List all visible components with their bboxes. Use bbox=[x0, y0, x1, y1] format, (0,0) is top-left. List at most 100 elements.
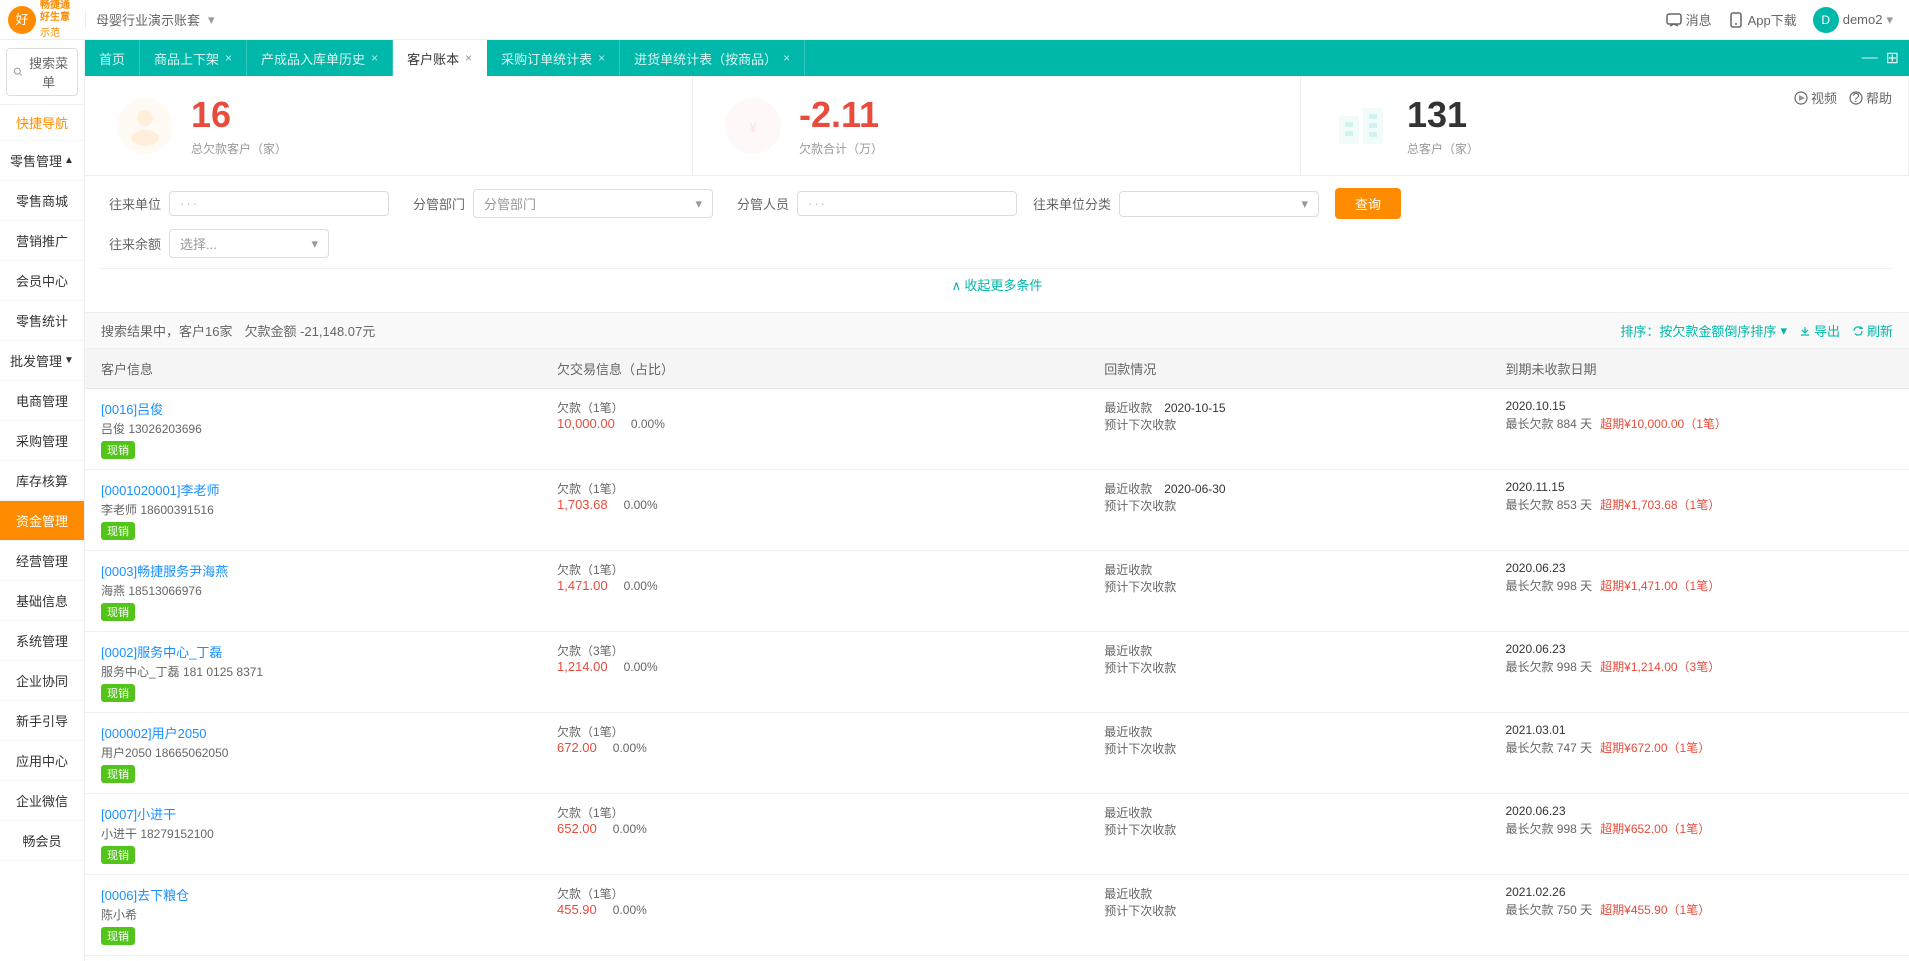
next-label-3: 预计下次收款 bbox=[1104, 659, 1473, 676]
sidebar-item-retail-stats[interactable]: 零售统计 bbox=[0, 301, 84, 341]
sidebar-item-ecommerce[interactable]: 电商管理 bbox=[0, 381, 84, 421]
sidebar-item-member[interactable]: 会员中心 bbox=[0, 261, 84, 301]
tab-close-purchase-stats[interactable]: × bbox=[783, 51, 790, 65]
debt-amount-2[interactable]: 1,471.00 bbox=[557, 578, 608, 593]
sidebar-item-purchase[interactable]: 采购管理 bbox=[0, 421, 84, 461]
debt-amount-4[interactable]: 672.00 bbox=[557, 740, 597, 755]
refresh-btn[interactable]: 刷新 bbox=[1852, 321, 1893, 340]
unit-class-dropdown[interactable]: ▾ bbox=[1119, 191, 1319, 217]
overdue-link-3[interactable]: 超期¥1,214.00（3笔） bbox=[1600, 658, 1720, 675]
tab-customer-account[interactable]: 客户账本 × bbox=[393, 40, 487, 76]
customer-phone-5: 小进干 18279152100 bbox=[101, 825, 525, 842]
next-label-4: 预计下次收款 bbox=[1104, 740, 1473, 757]
overdue-link-6[interactable]: 超期¥455.90（1笔） bbox=[1600, 901, 1710, 918]
customer-name-3[interactable]: [0002]服务中心_丁磊 bbox=[101, 642, 525, 661]
stat-overdue-customers: 16 总欠款客户（家） bbox=[85, 76, 693, 175]
debt-amount-1[interactable]: 1,703.68 bbox=[557, 497, 608, 512]
dept-dropdown[interactable]: 分管部门 ▾ bbox=[473, 189, 713, 218]
overdue-link-5[interactable]: 超期¥652.00（1笔） bbox=[1600, 820, 1710, 837]
tab-purchase-order[interactable]: 采购订单统计表 × bbox=[487, 40, 620, 76]
customer-name-6[interactable]: [0006]去下粮仓 bbox=[101, 885, 525, 904]
source-unit-input[interactable]: ··· bbox=[169, 191, 389, 216]
sidebar-item-batch-mgmt[interactable]: 批发管理 ▼ bbox=[0, 341, 84, 381]
sidebar-quick-nav[interactable]: 快捷导航 bbox=[0, 105, 84, 141]
tab-close-customer-account[interactable]: × bbox=[465, 51, 472, 65]
search-menu-btn[interactable]: 搜索菜单 bbox=[6, 48, 78, 96]
debt-amount-5[interactable]: 652.00 bbox=[557, 821, 597, 836]
debt-label-1: 欠款（1笔） bbox=[557, 480, 1072, 497]
cell-due-5: 2020.06.23 最长欠款 998 天 超期¥652.00（1笔） bbox=[1489, 794, 1909, 875]
sidebar-item-system[interactable]: 系统管理 bbox=[0, 621, 84, 661]
stat-info-customers: 16 总欠款客户（家） bbox=[191, 94, 287, 157]
customer-name-0[interactable]: [0016]吕俊 bbox=[101, 399, 525, 418]
sort-select[interactable]: 排序：按欠款金额倒序排序 ▾ bbox=[1620, 321, 1787, 340]
person-label: 分管人员 bbox=[729, 194, 789, 213]
message-btn[interactable]: 消息 bbox=[1666, 10, 1712, 29]
sidebar-item-basic-info[interactable]: 基础信息 bbox=[0, 581, 84, 621]
sidebar-item-inventory[interactable]: 库存核算 bbox=[0, 461, 84, 501]
tab-purchase-stats[interactable]: 进货单统计表（按商品） × bbox=[620, 40, 805, 76]
sidebar-item-vip-member[interactable]: 畅会员 bbox=[0, 821, 84, 861]
cell-customer-4: [000002]用户2050 用户2050 18665062050 现销 bbox=[85, 713, 541, 794]
app-name: 畅捷通好生意 bbox=[40, 0, 77, 24]
debt-percentage-4: 0.00% bbox=[613, 741, 647, 755]
overdue-link-2[interactable]: 超期¥1,471.00（1笔） bbox=[1600, 577, 1720, 594]
sidebar-item-app-center[interactable]: 应用中心 bbox=[0, 741, 84, 781]
store-selector[interactable]: 母婴行业演示账套 ▾ bbox=[85, 10, 305, 29]
sidebar-item-operations[interactable]: 经营管理 bbox=[0, 541, 84, 581]
sidebar-item-corp-collab[interactable]: 企业协同 bbox=[0, 661, 84, 701]
customer-name-1[interactable]: [0001020001]李老师 bbox=[101, 480, 525, 499]
sidebar: 搜索菜单 快捷导航 零售管理 ▲ 零售商城 营销推广 会员中心 零售统计 bbox=[0, 40, 85, 961]
debt-amount-0[interactable]: 10,000.00 bbox=[557, 416, 615, 431]
overdue-link-0[interactable]: 超期¥10,000.00（1笔） bbox=[1600, 415, 1727, 432]
tab-expand-btn[interactable]: ⊞ bbox=[1886, 48, 1899, 68]
overdue-link-4[interactable]: 超期¥672.00（1笔） bbox=[1600, 739, 1710, 756]
overdue-customers-label: 总欠款客户（家） bbox=[191, 140, 287, 157]
col-due-date: 到期未收款日期 bbox=[1489, 349, 1909, 389]
customer-name-4[interactable]: [000002]用户2050 bbox=[101, 723, 525, 742]
tab-product-history[interactable]: 产成品入库单历史 × bbox=[247, 40, 393, 76]
recent-label-0: 最近收款 bbox=[1104, 399, 1152, 416]
tab-close-purchase-order[interactable]: × bbox=[598, 51, 605, 65]
results-count: 搜索结果中，客户16家 bbox=[101, 321, 232, 340]
balance-dropdown[interactable]: 选择... ▾ bbox=[169, 229, 329, 258]
sidebar-item-retail-mall[interactable]: 零售商城 bbox=[0, 181, 84, 221]
tab-product-listing[interactable]: 商品上下架 × bbox=[140, 40, 247, 76]
customer-name-2[interactable]: [0003]畅捷服务尹海燕 bbox=[101, 561, 525, 580]
cell-payment-5: 最近收款 预计下次收款 bbox=[1088, 794, 1489, 875]
search-button[interactable]: 查询 bbox=[1335, 188, 1401, 219]
tab-close-product-listing[interactable]: × bbox=[225, 51, 232, 65]
app-download-btn[interactable]: App下载 bbox=[1728, 10, 1797, 29]
customer-tag-6: 现销 bbox=[101, 927, 135, 945]
tab-close-product-history[interactable]: × bbox=[371, 51, 378, 65]
sidebar-item-retail-mgmt[interactable]: 零售管理 ▲ bbox=[0, 141, 84, 181]
collapse-bar[interactable]: ∧ 收起更多条件 bbox=[101, 268, 1893, 300]
sidebar-item-marketing[interactable]: 营销推广 bbox=[0, 221, 84, 261]
sort-label: 排序：按欠款金额倒序排序 bbox=[1620, 321, 1776, 340]
debt-amount-3[interactable]: 1,214.00 bbox=[557, 659, 608, 674]
debt-label-3: 欠款（3笔） bbox=[557, 642, 1072, 659]
tab-home[interactable]: 首页 bbox=[85, 40, 140, 76]
recent-date-0: 2020-10-15 bbox=[1164, 401, 1225, 415]
person-input[interactable]: ··· bbox=[797, 191, 1017, 216]
sidebar-item-corp-wechat[interactable]: 企业微信 bbox=[0, 781, 84, 821]
overdue-link-1[interactable]: 超期¥1,703.68（1笔） bbox=[1600, 496, 1720, 513]
cell-payment-3: 最近收款 预计下次收款 bbox=[1088, 632, 1489, 713]
debt-percentage-0: 0.00% bbox=[631, 417, 665, 431]
stat-actions: 视频 ? 帮助 bbox=[1794, 88, 1892, 107]
dept-label: 分管部门 bbox=[405, 194, 465, 213]
customer-name-5[interactable]: [0007]小进干 bbox=[101, 804, 525, 823]
user-profile[interactable]: D demo2 ▾ bbox=[1813, 7, 1893, 33]
customer-tag-0: 现销 bbox=[101, 441, 135, 459]
help-btn[interactable]: ? 帮助 bbox=[1849, 88, 1892, 107]
video-btn[interactable]: 视频 bbox=[1794, 88, 1837, 107]
tab-collapse-btn[interactable]: — bbox=[1862, 49, 1878, 67]
debt-amount-6[interactable]: 455.90 bbox=[557, 902, 597, 917]
svg-text:¥: ¥ bbox=[749, 120, 757, 135]
sidebar-item-newbie[interactable]: 新手引导 bbox=[0, 701, 84, 741]
stat-icon-total bbox=[1331, 96, 1391, 156]
filter-unit-class: 往来单位分类 ▾ bbox=[1033, 191, 1319, 217]
due-date-4: 2021.03.01 bbox=[1505, 723, 1893, 737]
export-btn[interactable]: 导出 bbox=[1799, 321, 1840, 340]
sidebar-item-finance[interactable]: 资金管理 bbox=[0, 501, 84, 541]
